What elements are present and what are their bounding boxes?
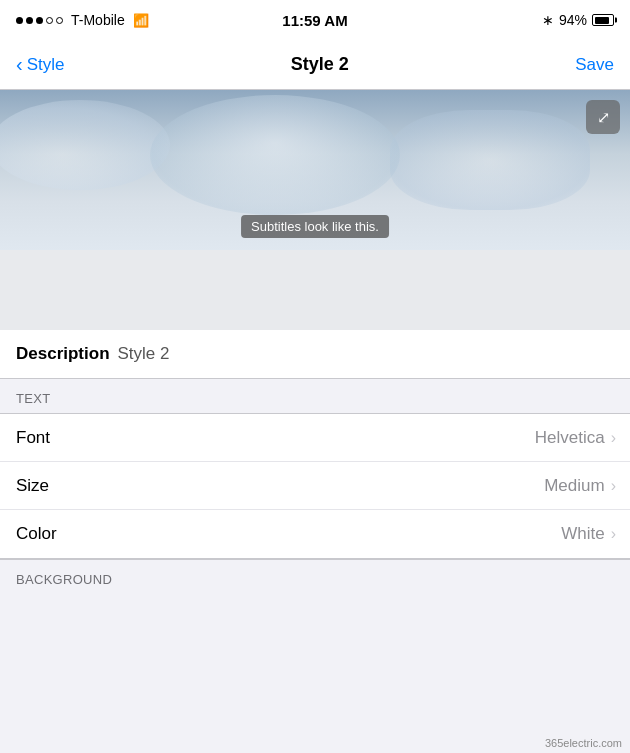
nav-title: Style 2 [291,54,349,75]
size-row[interactable]: Size Medium › [0,462,630,510]
font-value: Helvetica [535,428,605,448]
dot-3 [36,17,43,24]
text-section-header-label: TEXT [16,391,50,406]
preview-bottom-area [0,250,630,330]
size-value-container: Medium › [544,476,614,496]
status-bar-left: T-Mobile 📶 [16,12,149,28]
back-label: Style [27,55,65,75]
color-label: Color [16,524,57,544]
background-section-header-label: BACKGROUND [16,572,112,587]
dot-4 [46,17,53,24]
wifi-icon: 📶 [133,13,149,28]
battery-icon [592,14,614,26]
cloud-decoration-3 [150,95,400,215]
dot-5 [56,17,63,24]
cloud-decoration-2 [390,110,590,210]
background-section: BACKGROUND [0,559,630,594]
battery-percent: 94% [559,12,587,28]
back-chevron-icon: ‹ [16,54,23,74]
cloud-decoration-1 [0,100,170,190]
font-chevron-icon: › [611,429,616,447]
font-row[interactable]: Font Helvetica › [0,414,630,462]
carrier-name: T-Mobile [71,12,125,28]
size-value: Medium [544,476,604,496]
status-bar-right: ∗ 94% [542,12,614,28]
color-value-container: White › [561,524,614,544]
description-value: Style 2 [118,344,170,364]
status-bar: T-Mobile 📶 11:59 AM ∗ 94% [0,0,630,40]
subtitle-preview: Subtitles look like this. [241,215,389,238]
dot-2 [26,17,33,24]
text-section-header: TEXT [0,379,630,413]
save-button[interactable]: Save [575,55,614,75]
expand-icon: ⤢ [597,108,610,127]
color-chevron-icon: › [611,525,616,543]
description-label: Description [16,344,110,364]
preview-sky-background: Subtitles look like this. [0,90,630,250]
text-settings-list: Font Helvetica › Size Medium › Color Whi… [0,413,630,559]
description-row: Description Style 2 [0,330,630,379]
signal-dots [16,17,63,24]
font-value-container: Helvetica › [535,428,614,448]
preview-area: Subtitles look like this. ⤢ [0,90,630,330]
color-value: White [561,524,604,544]
back-button[interactable]: ‹ Style [16,55,64,75]
font-label: Font [16,428,50,448]
battery-fill [595,17,610,24]
size-chevron-icon: › [611,477,616,495]
bluetooth-icon: ∗ [542,12,554,28]
expand-button[interactable]: ⤢ [586,100,620,134]
color-row[interactable]: Color White › [0,510,630,558]
watermark: 365electric.com [545,737,622,749]
nav-bar: ‹ Style Style 2 Save [0,40,630,90]
size-label: Size [16,476,49,496]
status-bar-time: 11:59 AM [282,12,347,29]
text-section: TEXT Font Helvetica › Size Medium › Colo… [0,379,630,559]
dot-1 [16,17,23,24]
